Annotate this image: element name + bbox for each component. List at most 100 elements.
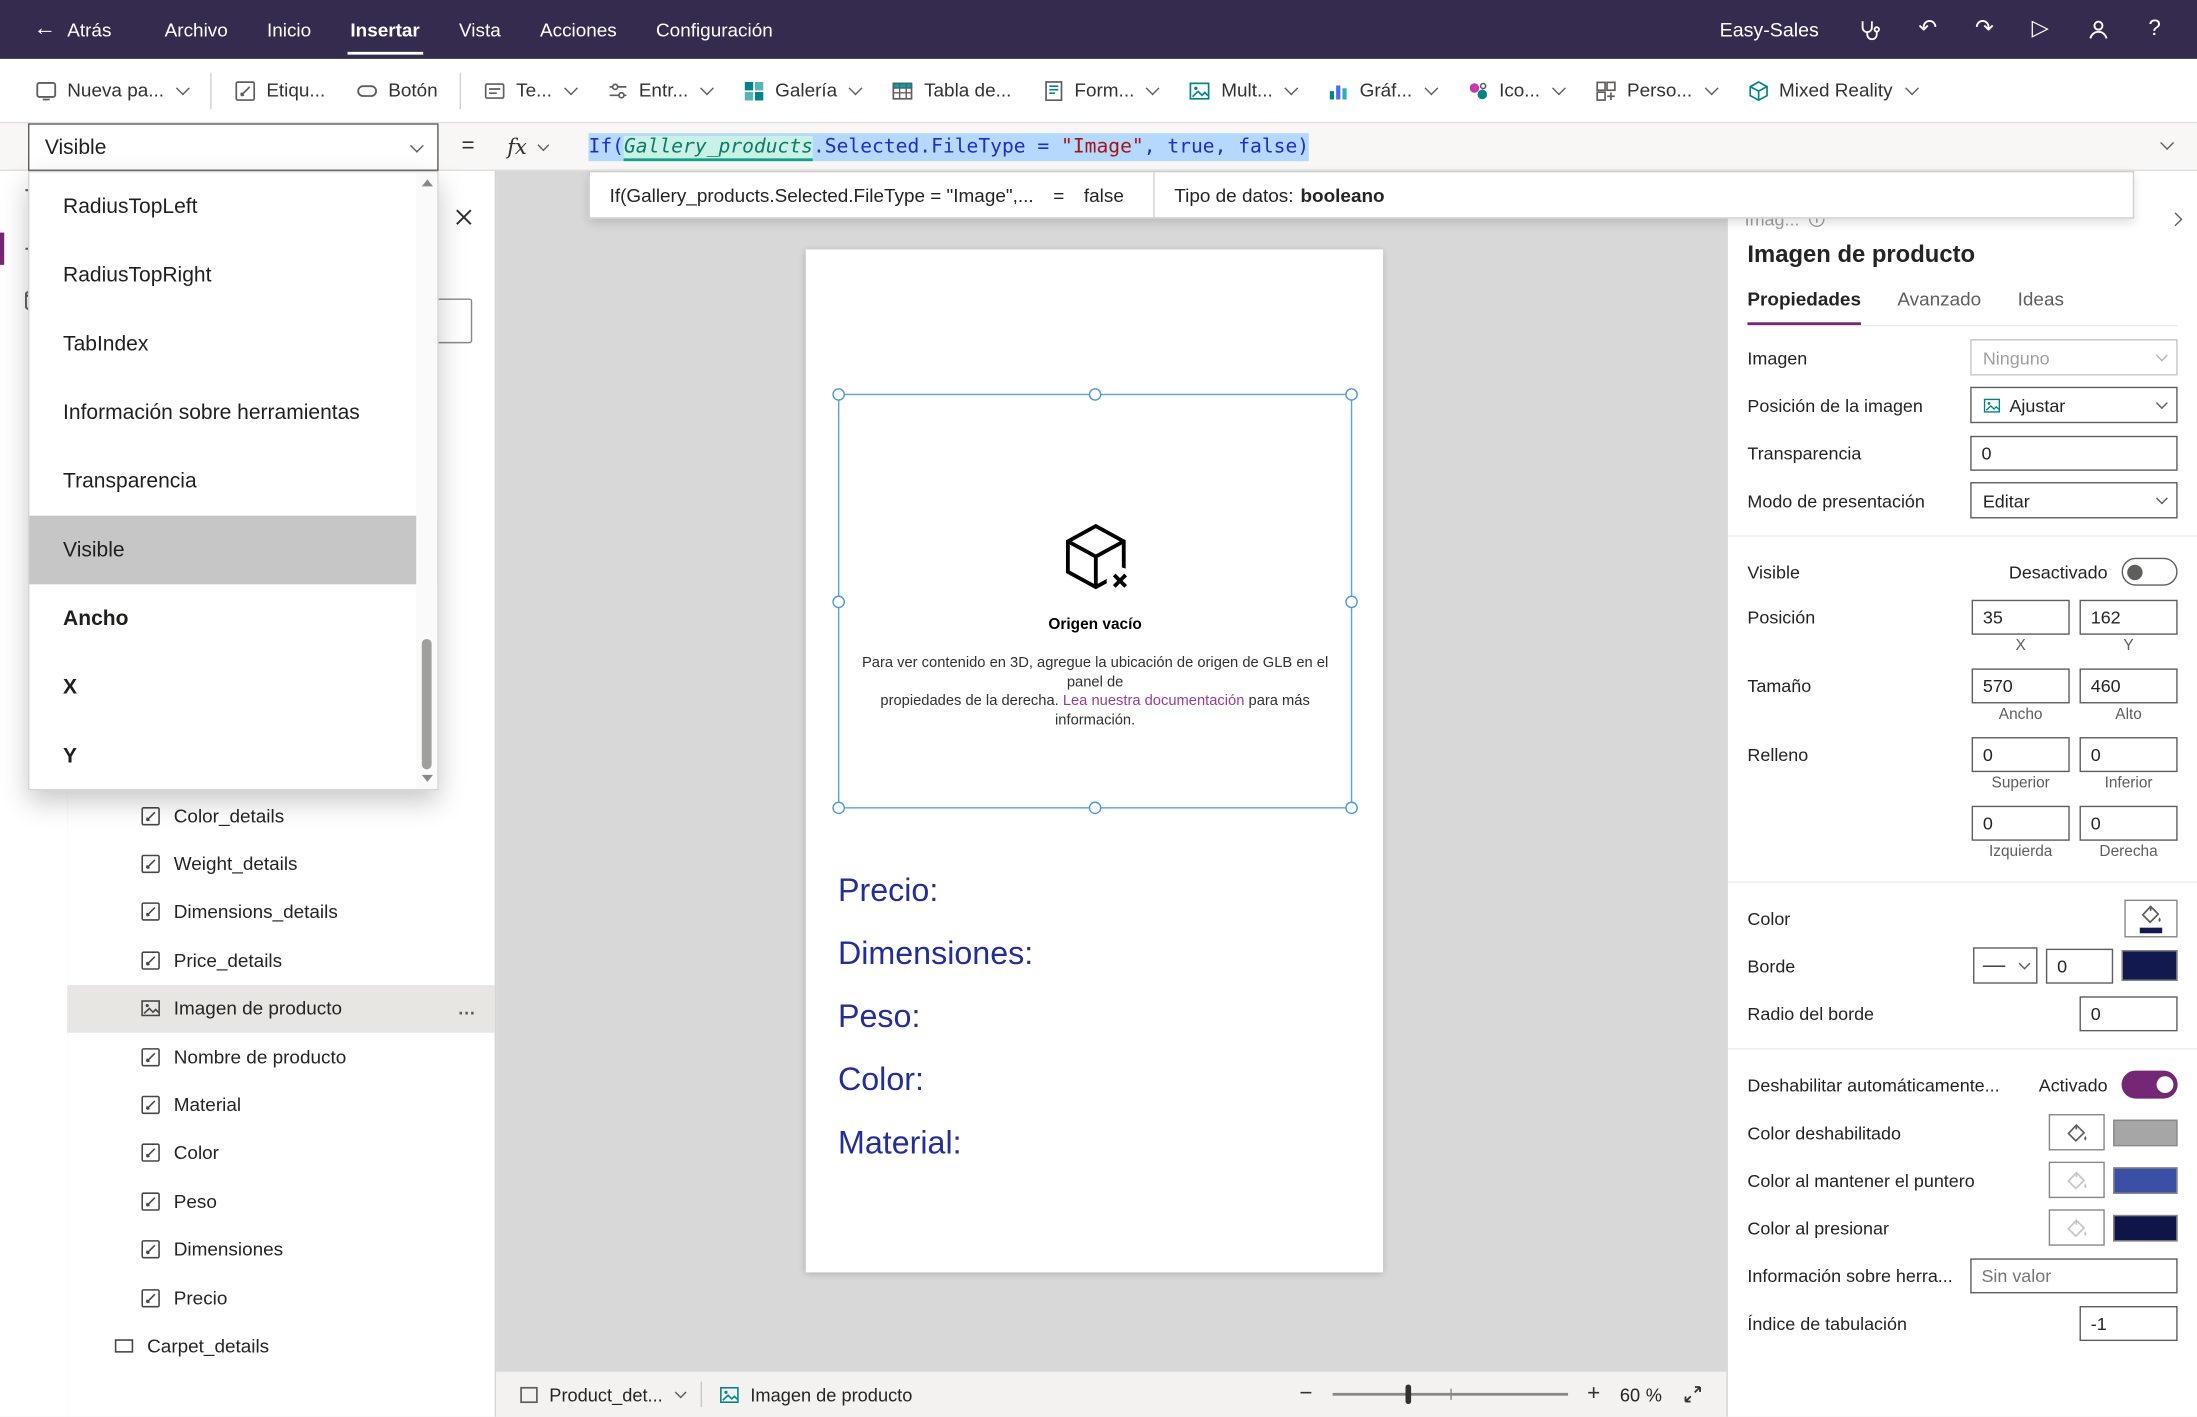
formula-input[interactable]: If(Gallery_products.Selected.FileType = …	[589, 123, 2114, 171]
menu-vista[interactable]: Vista	[439, 0, 520, 59]
menu-configuracion[interactable]: Configuración	[636, 0, 792, 59]
resize-handle-s[interactable]	[1089, 802, 1102, 815]
property-option-tooltip[interactable]: Información sobre herramientas	[29, 378, 437, 447]
charts-menu[interactable]: Gráf...	[1312, 67, 1451, 115]
fx-selector[interactable]: fx	[507, 123, 547, 171]
property-option-tabindex[interactable]: TabIndex	[29, 310, 437, 379]
custom-menu[interactable]: Perso...	[1579, 67, 1731, 115]
selected-image-control[interactable]: Origen vacío Para ver contenido en 3D, a…	[838, 394, 1352, 809]
tab-ideas[interactable]: Ideas	[2018, 289, 2064, 325]
property-option-radiustopleft[interactable]: RadiusTopLeft	[29, 172, 437, 241]
position-x-input[interactable]	[1972, 599, 2070, 634]
help-icon[interactable]: ?	[2148, 18, 2160, 40]
canvas-label-material[interactable]: Material:	[838, 1124, 962, 1162]
menu-insertar[interactable]: Insertar	[331, 0, 440, 59]
scrollbar-thumb[interactable]	[422, 639, 432, 769]
padding-right-input[interactable]	[2080, 805, 2178, 840]
tree-item-nombre-de-producto[interactable]: Nombre de producto	[67, 1033, 494, 1081]
padding-bottom-input[interactable]	[2080, 736, 2178, 771]
tree-item-precio[interactable]: Precio	[67, 1274, 494, 1322]
item-overflow-menu-icon[interactable]: …	[458, 998, 478, 1019]
menu-inicio[interactable]: Inicio	[247, 0, 330, 59]
tab-index-input[interactable]	[2080, 1305, 2178, 1340]
canvas-label-precio[interactable]: Precio:	[838, 872, 938, 910]
border-width-input[interactable]	[2046, 948, 2113, 983]
collapse-panel-icon[interactable]	[2169, 212, 2183, 226]
zoom-out-button[interactable]: −	[1299, 1382, 1312, 1407]
tree-item-color[interactable]: Color	[67, 1129, 494, 1177]
image-position-select[interactable]: Ajustar	[1970, 387, 2177, 423]
padding-left-input[interactable]	[1972, 805, 2070, 840]
menu-archivo[interactable]: Archivo	[145, 0, 247, 59]
close-panel-icon[interactable]	[453, 206, 475, 228]
color-picker-button[interactable]	[2124, 899, 2177, 937]
forms-menu[interactable]: Form...	[1027, 67, 1174, 115]
formula-bar-expand-icon[interactable]	[2160, 136, 2174, 150]
resize-handle-ne[interactable]	[1345, 388, 1358, 401]
screen-selector[interactable]: Product_det...	[518, 1384, 684, 1405]
border-style-select[interactable]	[1973, 947, 2037, 983]
tree-item-weight-details[interactable]: Weight_details	[67, 840, 494, 888]
zoom-slider[interactable]	[1332, 1393, 1567, 1396]
user-account-icon[interactable]	[2087, 18, 2111, 42]
tab-avanzado[interactable]: Avanzado	[1897, 289, 1981, 325]
gallery-menu[interactable]: Galería	[727, 67, 876, 115]
tree-item-carpet-details[interactable]: Carpet_details	[67, 1322, 494, 1370]
tree-item-price-details[interactable]: Price_details	[67, 936, 494, 984]
padding-top-input[interactable]	[1972, 736, 2070, 771]
tree-item-material[interactable]: Material	[67, 1081, 494, 1129]
app-checker-icon[interactable]	[1857, 18, 1881, 42]
zoom-in-button[interactable]: +	[1587, 1382, 1600, 1407]
disabled-color-picker-button[interactable]	[2049, 1114, 2105, 1150]
data-table-button[interactable]: Tabla de...	[876, 67, 1026, 115]
tree-item-dimensiones[interactable]: Dimensiones	[67, 1225, 494, 1273]
tree-item-color-details[interactable]: Color_details	[67, 792, 494, 840]
resize-handle-nw[interactable]	[832, 388, 845, 401]
mixed-reality-menu[interactable]: Mixed Reality	[1731, 67, 1931, 115]
pressed-color-picker-button[interactable]	[2049, 1209, 2105, 1245]
icons-menu[interactable]: Ico...	[1451, 67, 1579, 115]
play-preview-icon[interactable]: ▷	[2032, 18, 2049, 40]
canvas-label-peso[interactable]: Peso:	[838, 998, 920, 1036]
property-option-radiustopright[interactable]: RadiusTopRight	[29, 241, 437, 310]
canvas-label-dimensiones[interactable]: Dimensiones:	[838, 935, 1033, 973]
documentation-link[interactable]: Lea nuestra documentación	[1063, 692, 1245, 709]
imagen-select[interactable]: Ninguno	[1970, 339, 2177, 375]
tree-item-peso[interactable]: Peso	[67, 1177, 494, 1225]
tree-item-dimensions-details[interactable]: Dimensions_details	[67, 888, 494, 936]
app-screen-artboard[interactable]: Origen vacío Para ver contenido en 3D, a…	[806, 249, 1383, 1272]
text-menu[interactable]: Te...	[469, 67, 592, 115]
border-radius-input[interactable]	[2080, 996, 2178, 1031]
display-mode-select[interactable]: Editar	[1970, 482, 2177, 518]
transparencia-input[interactable]	[1970, 435, 2177, 470]
resize-handle-n[interactable]	[1089, 388, 1102, 401]
property-option-ancho[interactable]: Ancho	[29, 584, 437, 653]
resize-handle-sw[interactable]	[832, 802, 845, 815]
size-width-input[interactable]	[1972, 668, 2070, 703]
tree-item-imagen-de-producto[interactable]: Imagen de producto …	[67, 985, 494, 1033]
hover-color-picker-button[interactable]	[2049, 1162, 2105, 1198]
position-y-input[interactable]	[2080, 599, 2178, 634]
property-option-y[interactable]: Y	[29, 722, 437, 791]
visible-toggle[interactable]	[2122, 558, 2178, 586]
canvas-label-color[interactable]: Color:	[838, 1061, 924, 1099]
property-selector[interactable]: Visible	[28, 123, 439, 171]
border-color-swatch[interactable]	[2122, 950, 2178, 981]
redo-icon[interactable]: ↷	[1975, 18, 1994, 40]
resize-handle-se[interactable]	[1345, 802, 1358, 815]
button-button[interactable]: Botón	[341, 67, 453, 115]
pressed-color-swatch[interactable]	[2113, 1214, 2177, 1241]
zoom-slider-thumb[interactable]	[1405, 1384, 1411, 1404]
menu-acciones[interactable]: Acciones	[520, 0, 636, 59]
property-option-visible[interactable]: Visible	[29, 516, 437, 585]
disabled-color-swatch[interactable]	[2113, 1119, 2177, 1146]
undo-icon[interactable]: ↶	[1918, 18, 1937, 40]
hover-color-swatch[interactable]	[2113, 1167, 2177, 1194]
size-height-input[interactable]	[2080, 668, 2178, 703]
back-button[interactable]: ← Atrás	[20, 0, 126, 59]
label-button[interactable]: Etiqu...	[219, 67, 341, 115]
media-menu[interactable]: Mult...	[1174, 67, 1312, 115]
property-option-transparencia[interactable]: Transparencia	[29, 447, 437, 516]
fit-to-screen-icon[interactable]	[1682, 1383, 1704, 1405]
tooltip-input[interactable]	[1970, 1258, 2177, 1293]
